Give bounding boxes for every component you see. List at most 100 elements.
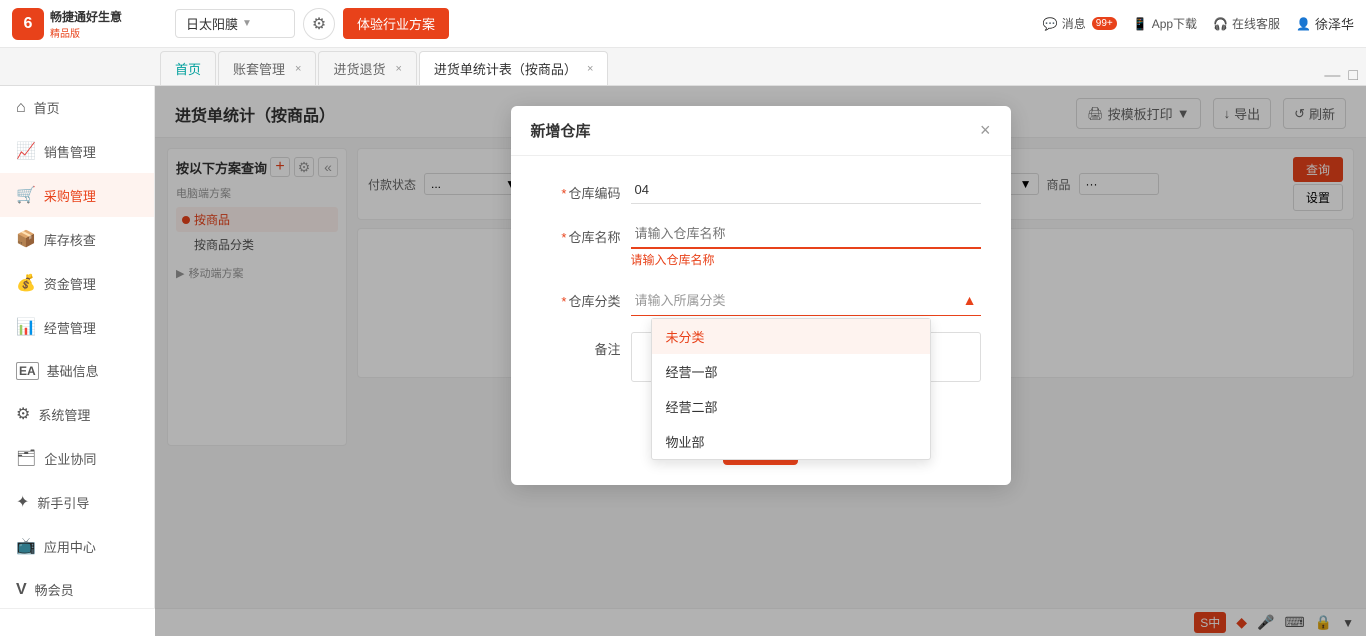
guide-icon: ✦ [16,492,29,512]
dropdown-option-2[interactable]: 经营二部 [652,389,930,424]
user-area[interactable]: 👤 徐泽华 [1296,14,1354,33]
sidebar-item-collab[interactable]: 🗂 企业协同 [0,436,154,480]
online-service-label: 在线客服 [1232,15,1280,32]
sidebar-item-home[interactable]: ⌂ 首页 [0,86,154,129]
sidebar-item-guide[interactable]: ✦ 新手引导 [0,480,154,524]
dropdown-option-0[interactable]: 未分类 [652,319,930,354]
dropdown-option-1[interactable]: 经营一部 [652,354,930,389]
message-icon: 💬 [1043,17,1058,31]
app-download-button[interactable]: 📱 App下载 [1133,15,1197,32]
message-badge: 99+ [1092,17,1117,30]
tab-purchase-stats-close[interactable]: × [587,63,593,75]
sidebar-item-member[interactable]: V 畅会员 [0,568,154,611]
warehouse-name-input[interactable] [631,220,981,249]
sales-icon: 📈 [16,141,36,161]
warehouse-type-row: *仓库分类 请输入所属分类 ▲ 未分类 经营一部 经营二部 物业部 [541,284,981,316]
sidebar-item-appcenter-label: 应用中心 [44,537,96,556]
sidebar-item-home-label: 首页 [34,98,60,117]
modal-overlay: 新增仓库 × *仓库编码 *仓库名称 [155,86,1366,636]
purchase-icon: 🛒 [16,185,36,205]
warehouse-name-error: 请输入仓库名称 [631,251,981,268]
message-button[interactable]: 💬 消息 99+ [1043,15,1117,32]
tab-accounts-close[interactable]: × [295,63,301,75]
store-name: 日太阳膜 [186,14,238,33]
message-label: 消息 [1062,15,1086,32]
tab-minimize-icon[interactable]: — [1324,67,1340,85]
modal-title: 新增仓库 [531,120,591,141]
home-icon: ⌂ [16,99,26,117]
warehouse-name-field-wrap: 请输入仓库名称 [631,220,981,268]
top-bar: 6 畅捷通好生意 精品版 日太阳膜 ▼ ⚙ 体验行业方案 💬 消息 99+ 📱 … [0,0,1366,48]
tab-bar: 首页 账套管理 × 进货退货 × 进货单统计表（按商品） × — □ [0,48,1366,86]
chevron-up-icon: ▲ [963,292,977,308]
tab-maximize-icon[interactable]: □ [1348,67,1358,85]
sidebar-item-basics-label: 基础信息 [47,361,99,380]
finance-icon: 💰 [16,273,36,293]
tab-home-label: 首页 [175,59,201,78]
app-download-label: App下载 [1152,15,1197,32]
top-bar-right: 💬 消息 99+ 📱 App下载 🎧 在线客服 👤 徐泽华 [1043,14,1354,33]
sidebar-item-inventory-label: 库存核查 [44,230,96,249]
headset-icon: 🎧 [1213,17,1228,31]
logo-text: 畅捷通好生意 精品版 [50,8,122,40]
tab-accounts-label: 账套管理 [233,59,285,78]
system-icon: ⚙ [16,404,30,424]
tab-purchase-return-label: 进货退货 [333,59,385,78]
remark-label: 备注 [541,332,621,358]
tab-purchase-stats[interactable]: 进货单统计表（按商品） × [419,51,608,85]
phone-icon: 📱 [1133,17,1148,31]
online-service-button[interactable]: 🎧 在线客服 [1213,15,1280,32]
tab-purchase-return[interactable]: 进货退货 × [318,51,416,85]
sidebar-item-basics[interactable]: EA 基础信息 [0,349,154,392]
add-warehouse-modal: 新增仓库 × *仓库编码 *仓库名称 [511,106,1011,485]
tab-home[interactable]: 首页 [160,51,216,85]
main-layout: ⌂ 首页 📈 销售管理 🛒 采购管理 📦 库存核查 💰 资金管理 📊 经营管理 … [0,86,1366,636]
sidebar-item-sales[interactable]: 📈 销售管理 [0,129,154,173]
warehouse-code-label: *仓库编码 [541,176,621,202]
sidebar-item-operations-label: 经营管理 [44,318,96,337]
sidebar-item-purchase[interactable]: 🛒 采购管理 [0,173,154,217]
operations-icon: 📊 [16,317,36,337]
logo-area: 6 畅捷通好生意 精品版 [12,8,167,40]
appcenter-icon: 📺 [16,536,36,556]
sidebar-item-finance[interactable]: 💰 资金管理 [0,261,154,305]
sidebar-item-inventory[interactable]: 📦 库存核查 [0,217,154,261]
sidebar-item-collab-label: 企业协同 [44,449,96,468]
warehouse-name-label: *仓库名称 [541,220,621,246]
trial-button[interactable]: 体验行业方案 [343,8,449,39]
tab-purchase-return-close[interactable]: × [395,63,401,75]
sidebar-item-appcenter[interactable]: 📺 应用中心 [0,524,154,568]
sidebar-item-system-label: 系统管理 [38,405,90,424]
tab-bar-actions: — □ [1324,67,1366,85]
dropdown-option-3[interactable]: 物业部 [652,424,930,459]
sidebar: ⌂ 首页 📈 销售管理 🛒 采购管理 📦 库存核查 💰 资金管理 📊 经营管理 … [0,86,155,636]
tab-accounts[interactable]: 账套管理 × [218,51,316,85]
warehouse-type-placeholder: 请输入所属分类 [635,290,726,309]
inventory-icon: 📦 [16,229,36,249]
sidebar-item-system[interactable]: ⚙ 系统管理 [0,392,154,436]
user-name: 徐泽华 [1315,14,1354,33]
chevron-down-icon: ▼ [242,18,252,29]
modal-header: 新增仓库 × [511,106,1011,156]
sidebar-item-sales-label: 销售管理 [44,142,96,161]
store-selector[interactable]: 日太阳膜 ▼ [175,9,295,38]
content-area: 进货单统计（按商品） 🖨 按模板打印 ▼ ↓ 导出 ↺ 刷新 [155,86,1366,636]
warehouse-type-label: *仓库分类 [541,284,621,310]
sidebar-item-guide-label: 新手引导 [37,493,89,512]
warehouse-code-row: *仓库编码 [541,176,981,204]
warehouse-type-select[interactable]: 请输入所属分类 ▲ [631,284,981,316]
modal-close-button[interactable]: × [980,120,991,141]
logo-icon: 6 [12,8,44,40]
tab-purchase-stats-label: 进货单统计表（按商品） [434,59,577,78]
warehouse-type-dropdown: 未分类 经营一部 经营二部 物业部 [651,318,931,460]
sidebar-item-purchase-label: 采购管理 [44,186,96,205]
modal-body: *仓库编码 *仓库名称 请输入仓库名称 [511,156,1011,422]
user-icon: 👤 [1296,17,1311,31]
warehouse-name-row: *仓库名称 请输入仓库名称 [541,220,981,268]
sidebar-item-operations[interactable]: 📊 经营管理 [0,305,154,349]
sidebar-item-finance-label: 资金管理 [44,274,96,293]
warehouse-code-input[interactable] [631,176,981,204]
collab-icon: 🗂 [16,448,36,468]
settings-icon[interactable]: ⚙ [303,8,335,40]
basics-icon: EA [16,362,39,380]
